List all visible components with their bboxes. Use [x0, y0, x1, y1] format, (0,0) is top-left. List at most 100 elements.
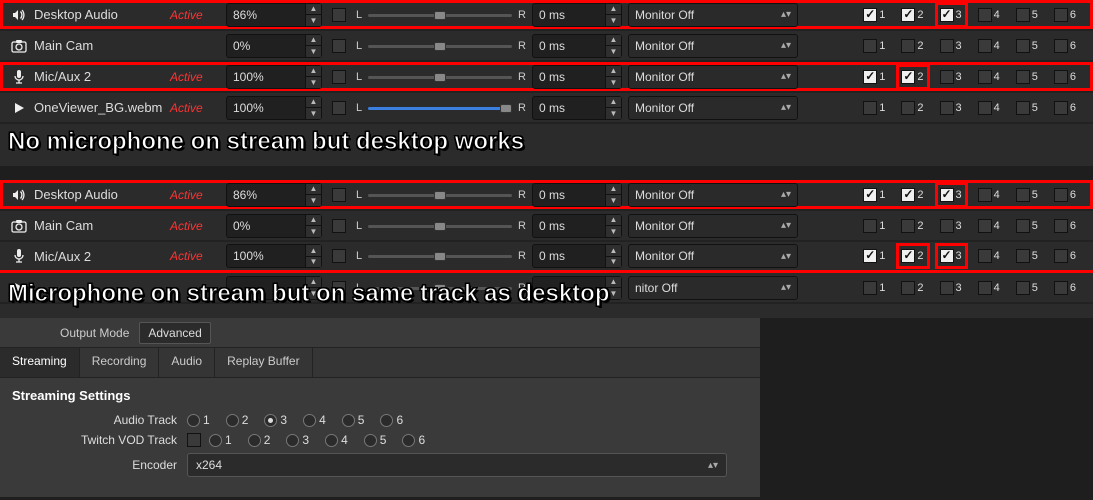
spin-up-icon[interactable]: ▲ — [606, 97, 621, 109]
spinner[interactable]: ▲▼ — [305, 35, 321, 57]
spin-down-icon[interactable]: ▼ — [606, 46, 621, 57]
monitor-dropdown[interactable]: Monitor Off ▴▾ — [628, 65, 798, 89]
track-4[interactable]: 4 — [978, 188, 1000, 202]
sync-offset-input[interactable]: 0 ms ▲▼ — [532, 214, 622, 238]
mono-checkbox[interactable] — [332, 70, 346, 84]
track-checkbox-6[interactable] — [1054, 188, 1068, 202]
radio[interactable] — [303, 414, 316, 427]
track-6[interactable]: 6 — [1054, 8, 1076, 22]
radio[interactable] — [226, 414, 239, 427]
track-5[interactable]: 5 — [1016, 39, 1038, 53]
spin-down-icon[interactable]: ▼ — [606, 195, 621, 206]
radio[interactable] — [380, 414, 393, 427]
track-checkbox-4[interactable] — [978, 101, 992, 115]
track-6[interactable]: 6 — [1054, 70, 1076, 84]
spinner[interactable]: ▲▼ — [305, 245, 321, 267]
spinner[interactable]: ▲▼ — [305, 97, 321, 119]
monitor-dropdown[interactable]: Monitor Off ▴▾ — [628, 96, 798, 120]
balance-slider[interactable]: L R — [356, 101, 526, 115]
track-1[interactable]: 1 — [863, 8, 885, 22]
track-4[interactable]: 4 — [978, 8, 1000, 22]
radio[interactable] — [402, 434, 415, 447]
track-2[interactable]: 2 — [901, 70, 923, 84]
track-2[interactable]: 2 — [901, 219, 923, 233]
track-checkbox-4[interactable] — [978, 70, 992, 84]
track-2[interactable]: 2 — [901, 249, 923, 263]
track-2[interactable]: 2 — [901, 101, 923, 115]
spin-up-icon[interactable]: ▲ — [306, 184, 321, 196]
track-3[interactable]: 3 — [940, 188, 962, 202]
track-checkbox-2[interactable] — [901, 8, 915, 22]
spinner[interactable]: ▲▼ — [605, 184, 621, 206]
spinner[interactable]: ▲▼ — [605, 35, 621, 57]
volume-input[interactable]: 100% ▲▼ — [226, 65, 322, 89]
spin-up-icon[interactable]: ▲ — [606, 215, 621, 227]
track-checkbox-1[interactable] — [863, 70, 877, 84]
spinner[interactable]: ▲▼ — [605, 245, 621, 267]
vod-track-option-3[interactable]: 3 — [286, 433, 309, 447]
slider[interactable] — [368, 8, 512, 22]
radio[interactable] — [248, 434, 261, 447]
audio-track-option-2[interactable]: 2 — [226, 413, 249, 427]
audio-track-option-4[interactable]: 4 — [303, 413, 326, 427]
audio-track-option-5[interactable]: 5 — [342, 413, 365, 427]
track-checkbox-1[interactable] — [863, 8, 877, 22]
radio[interactable] — [286, 434, 299, 447]
slider[interactable] — [368, 219, 512, 233]
track-checkbox-2[interactable] — [901, 249, 915, 263]
track-checkbox-3[interactable] — [940, 249, 954, 263]
track-checkbox-1[interactable] — [863, 39, 877, 53]
volume-input[interactable]: 0% ▲▼ — [226, 214, 322, 238]
spin-down-icon[interactable]: ▼ — [306, 257, 321, 268]
spinner[interactable]: ▲▼ — [305, 4, 321, 26]
spin-up-icon[interactable]: ▲ — [306, 215, 321, 227]
track-2[interactable]: 2 — [901, 8, 923, 22]
spinner[interactable]: ▲▼ — [305, 184, 321, 206]
slider[interactable] — [368, 101, 512, 115]
spin-down-icon[interactable]: ▼ — [606, 15, 621, 26]
output-mode-dropdown[interactable]: Advanced — [139, 322, 210, 344]
spinner[interactable]: ▲▼ — [605, 215, 621, 237]
track-4[interactable]: 4 — [978, 101, 1000, 115]
spin-up-icon[interactable]: ▲ — [306, 35, 321, 47]
vod-track-option-1[interactable]: 1 — [209, 433, 232, 447]
track-checkbox-2[interactable] — [901, 70, 915, 84]
track-3[interactable]: 3 — [940, 70, 962, 84]
monitor-dropdown[interactable]: Monitor Off ▴▾ — [628, 214, 798, 238]
audio-track-option-1[interactable]: 1 — [187, 413, 210, 427]
track-3[interactable]: 3 — [940, 39, 962, 53]
volume-input[interactable]: 86% ▲▼ — [226, 183, 322, 207]
monitor-dropdown[interactable]: Monitor Off ▴▾ — [628, 3, 798, 27]
balance-slider[interactable]: L R — [356, 188, 526, 202]
spin-down-icon[interactable]: ▼ — [306, 195, 321, 206]
radio[interactable] — [325, 434, 338, 447]
track-checkbox-3[interactable] — [940, 8, 954, 22]
track-checkbox-3[interactable] — [940, 219, 954, 233]
spin-down-icon[interactable]: ▼ — [306, 226, 321, 237]
slider[interactable] — [368, 39, 512, 53]
volume-input[interactable]: 100% ▲▼ — [226, 244, 322, 268]
spin-up-icon[interactable]: ▲ — [306, 245, 321, 257]
track-checkbox-4[interactable] — [978, 219, 992, 233]
track-3[interactable]: 3 — [940, 101, 962, 115]
track-checkbox-6[interactable] — [1054, 39, 1068, 53]
track-1[interactable]: 1 — [863, 101, 885, 115]
track-checkbox-1[interactable] — [863, 249, 877, 263]
track-6[interactable]: 6 — [1054, 249, 1076, 263]
vod-track-option-4[interactable]: 4 — [325, 433, 348, 447]
track-3[interactable]: 3 — [940, 8, 962, 22]
sync-offset-input[interactable]: 0 ms ▲▼ — [532, 244, 622, 268]
mono-checkbox[interactable] — [332, 219, 346, 233]
spin-down-icon[interactable]: ▼ — [606, 108, 621, 119]
track-1[interactable]: 1 — [863, 70, 885, 84]
spin-up-icon[interactable]: ▲ — [606, 35, 621, 47]
track-checkbox-5[interactable] — [1016, 101, 1030, 115]
spinner[interactable]: ▲▼ — [305, 215, 321, 237]
sync-offset-input[interactable]: 0 ms ▲▼ — [532, 3, 622, 27]
track-checkbox-5[interactable] — [1016, 219, 1030, 233]
tab-recording[interactable]: Recording — [80, 348, 160, 377]
radio[interactable] — [264, 414, 277, 427]
spin-up-icon[interactable]: ▲ — [606, 184, 621, 196]
track-1[interactable]: 1 — [863, 249, 885, 263]
mono-checkbox[interactable] — [332, 8, 346, 22]
